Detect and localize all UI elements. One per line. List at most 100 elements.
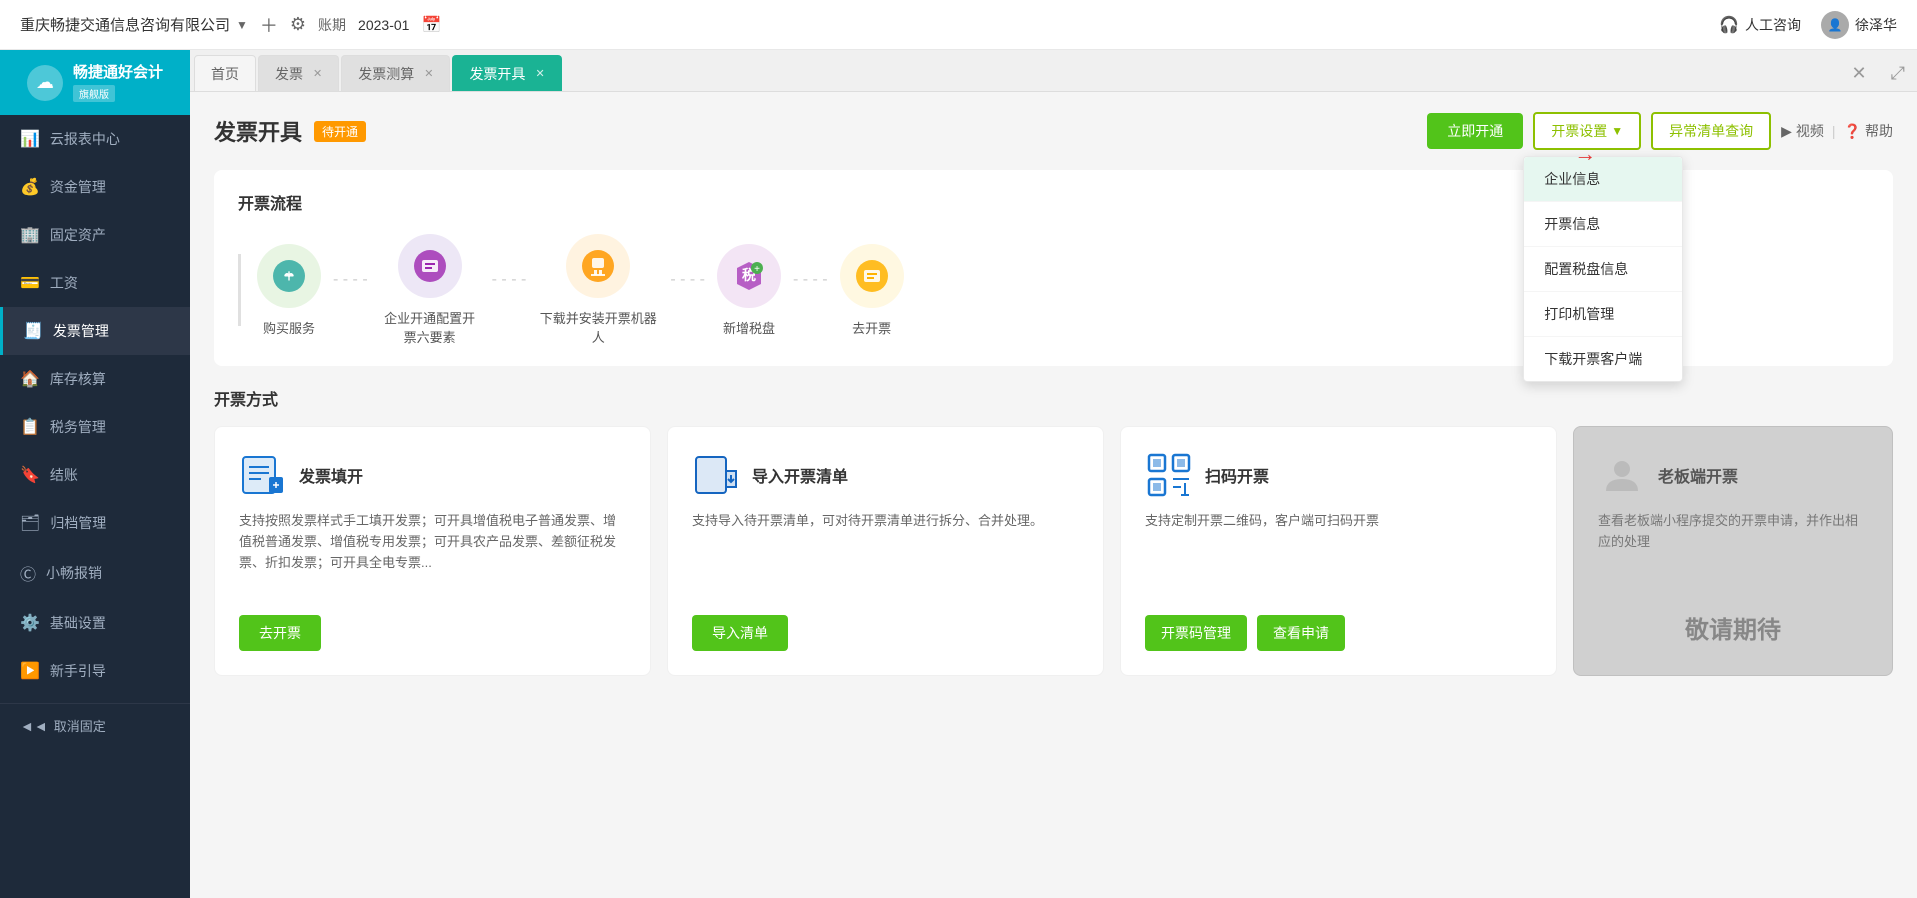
collapse-label: 取消固定 [54,716,106,735]
process-icon-1: + [257,244,321,308]
method-title-boss: 老板端开票 [1658,463,1738,487]
sidebar-item-inventory[interactable]: 🏠 库存核算 [0,355,190,403]
sidebar-item-salary[interactable]: 💳 工资 [0,259,190,307]
sidebar-item-capital[interactable]: 💰 资金管理 [0,163,190,211]
sidebar-logo: ☁ 畅捷通好会计 旗舰版 [0,50,190,115]
tab-invoice-issue-close[interactable]: ✕ [535,67,544,80]
sidebar-item-archive[interactable]: 🗂 归档管理 [0,499,190,547]
sidebar-item-cloud-report[interactable]: 📊 云报表中心 [0,115,190,163]
method-btn-scan-view[interactable]: 查看申请 [1257,615,1345,651]
play-icon: ▶ [1781,123,1792,140]
dropdown-item-printer[interactable]: 打印机管理 [1524,291,1682,336]
process-icon-3 [566,234,630,298]
dropdown-item-company[interactable]: 企业信息 [1524,157,1682,201]
basic-settings-icon: ⚙️ [20,613,40,633]
add-company-icon[interactable]: ＋ [260,12,278,38]
page-content: 发票开具 待开通 立即开通 开票设置 ▼ → [190,92,1917,898]
user-profile[interactable]: 👤 徐泽华 [1821,11,1897,39]
method-desc-boss: 查看老板端小程序提交的开票申请，并作出相应的处理 [1598,511,1868,553]
tab-home[interactable]: 首页 [194,55,256,91]
question-icon: ❓ [1844,123,1861,140]
method-btn-fill[interactable]: 去开票 [239,615,321,651]
method-header-fill: 发票填开 [239,451,626,499]
user-name: 徐泽华 [1855,15,1897,35]
calendar-icon[interactable]: 📅 [421,15,441,35]
sidebar-label-archive: 归档管理 [50,513,106,533]
process-arrow-3: - - - - [658,271,717,289]
cloud-report-icon: 📊 [20,129,40,149]
method-desc-scan: 支持定制开票二维码，客户端可扫码开票 [1145,511,1532,599]
logo-icon: ☁ [27,65,63,101]
logo-text-group: 畅捷通好会计 旗舰版 [73,63,163,102]
sidebar-item-fixed-assets[interactable]: 🏢 固定资产 [0,211,190,259]
sidebar-label-inventory: 库存核算 [50,369,106,389]
company-selector[interactable]: 重庆畅捷交通信息咨询有限公司 ▼ [20,14,248,35]
tab-invoice-close[interactable]: ✕ [313,67,322,80]
customer-service-btn[interactable]: 🎧 人工咨询 [1719,15,1801,35]
method-btn-scan-manage[interactable]: 开票码管理 [1145,615,1247,651]
dropdown-item-download-client[interactable]: 下载开票客户端 [1524,336,1682,381]
sidebar-collapse-btn[interactable]: ◄◄ 取消固定 [0,703,190,747]
settings-icon[interactable]: ⚙ [290,14,306,35]
method-header-boss: 老板端开票 [1598,451,1868,499]
method-card-scan: 扫码开票 支持定制开票二维码，客户端可扫码开票 开票码管理 查看申请 [1120,426,1557,676]
dropdown-item-invoice-info[interactable]: 开票信息 [1524,201,1682,246]
logo-main-text: 畅捷通好会计 [73,63,163,83]
methods-title: 开票方式 [214,386,1893,410]
method-btn-import[interactable]: 导入清单 [692,615,788,651]
sidebar-label-tax: 税务管理 [50,417,106,437]
tab-home-label: 首页 [211,64,239,84]
company-name: 重庆畅捷交通信息咨询有限公司 [20,14,230,35]
process-step-3: 下载并安装开票机器人 [538,234,658,346]
sidebar-label-basic-settings: 基础设置 [50,613,106,633]
abnormal-list-button[interactable]: 异常清单查询 [1651,112,1771,150]
process-divider-line [238,254,241,326]
activate-button[interactable]: 立即开通 [1427,113,1523,149]
svg-text:+: + [754,264,760,275]
salary-icon: 💳 [20,273,40,293]
tab-invoice-calc[interactable]: 发票测算 ✕ [341,55,450,91]
sidebar-item-settlement[interactable]: 🔖 结账 [0,451,190,499]
arrow-indicator: → [1574,143,1596,165]
process-label-3: 下载并安装开票机器人 [538,308,658,346]
tab-invoice-label: 发票 [275,64,303,84]
process-icon-4: 税+ [717,244,781,308]
method-title-fill: 发票填开 [299,463,363,487]
video-help-button[interactable]: ▶ 视频 | ❓ 帮助 [1781,121,1893,141]
sidebar-item-expense[interactable]: Ⓒ 小畅报销 [0,547,190,599]
status-badge: 待开通 [314,121,366,142]
sidebar-item-basic-settings[interactable]: ⚙️ 基础设置 [0,599,190,647]
tab-invoice-issue[interactable]: 发票开具 ✕ [452,55,561,91]
process-icon-2 [398,234,462,298]
settlement-icon: 🔖 [20,465,40,485]
methods-section: 开票方式 发票填开 支持按照发票样式手工填开发票；可开具增值税电子普通发票、增值… [214,386,1893,676]
method-icon-boss [1598,451,1646,499]
content-area: 首页 发票 ✕ 发票测算 ✕ 发票开具 ✕ ✕ ⤢ 发票开具 待开通 [190,50,1917,898]
sidebar-item-tax[interactable]: 📋 税务管理 [0,403,190,451]
invoice-icon: 🧾 [23,321,43,341]
sidebar-item-invoice[interactable]: 🧾 发票管理 [0,307,190,355]
tab-invoice-calc-close[interactable]: ✕ [424,67,433,80]
sidebar-label-guide: 新手引导 [50,661,106,681]
sidebar-item-guide[interactable]: ▶️ 新手引导 [0,647,190,695]
method-title-import: 导入开票清单 [752,463,848,487]
process-arrow-1: - - - - [321,271,380,289]
sidebar-label-salary: 工资 [50,273,78,293]
tab-invoice[interactable]: 发票 ✕ [258,55,339,91]
sidebar-label-cloud-report: 云报表中心 [50,129,120,149]
tab-bar: 首页 发票 ✕ 发票测算 ✕ 发票开具 ✕ ✕ ⤢ [190,50,1917,92]
page-title: 发票开具 [214,115,302,147]
process-label-2: 企业开通配置开票六要素 [380,308,480,346]
method-desc-fill: 支持按照发票样式手工填开发票；可开具增值税电子普通发票、增值税普通发票、增值税专… [239,511,626,599]
settings-dropdown-wrapper: 开票设置 ▼ → 企业信息 开票信息 [1533,112,1641,150]
tab-close-all[interactable]: ✕ [1840,55,1879,91]
method-card-boss: 老板端开票 查看老板端小程序提交的开票申请，并作出相应的处理 敬请期待 [1573,426,1893,676]
method-desc-import: 支持导入待开票清单，可对待开票清单进行拆分、合并处理。 [692,511,1079,599]
sidebar-label-invoice: 发票管理 [53,321,109,341]
tax-icon: 📋 [20,417,40,437]
process-arrow-2: - - - - [480,271,539,289]
sidebar-nav: 📊 云报表中心 💰 资金管理 🏢 固定资产 💳 工资 🧾 发票管理 🏠 [0,115,190,695]
method-icon-import [692,451,740,499]
dropdown-item-tax-config[interactable]: 配置税盘信息 [1524,246,1682,291]
tab-expand[interactable]: ⤢ [1879,55,1917,91]
